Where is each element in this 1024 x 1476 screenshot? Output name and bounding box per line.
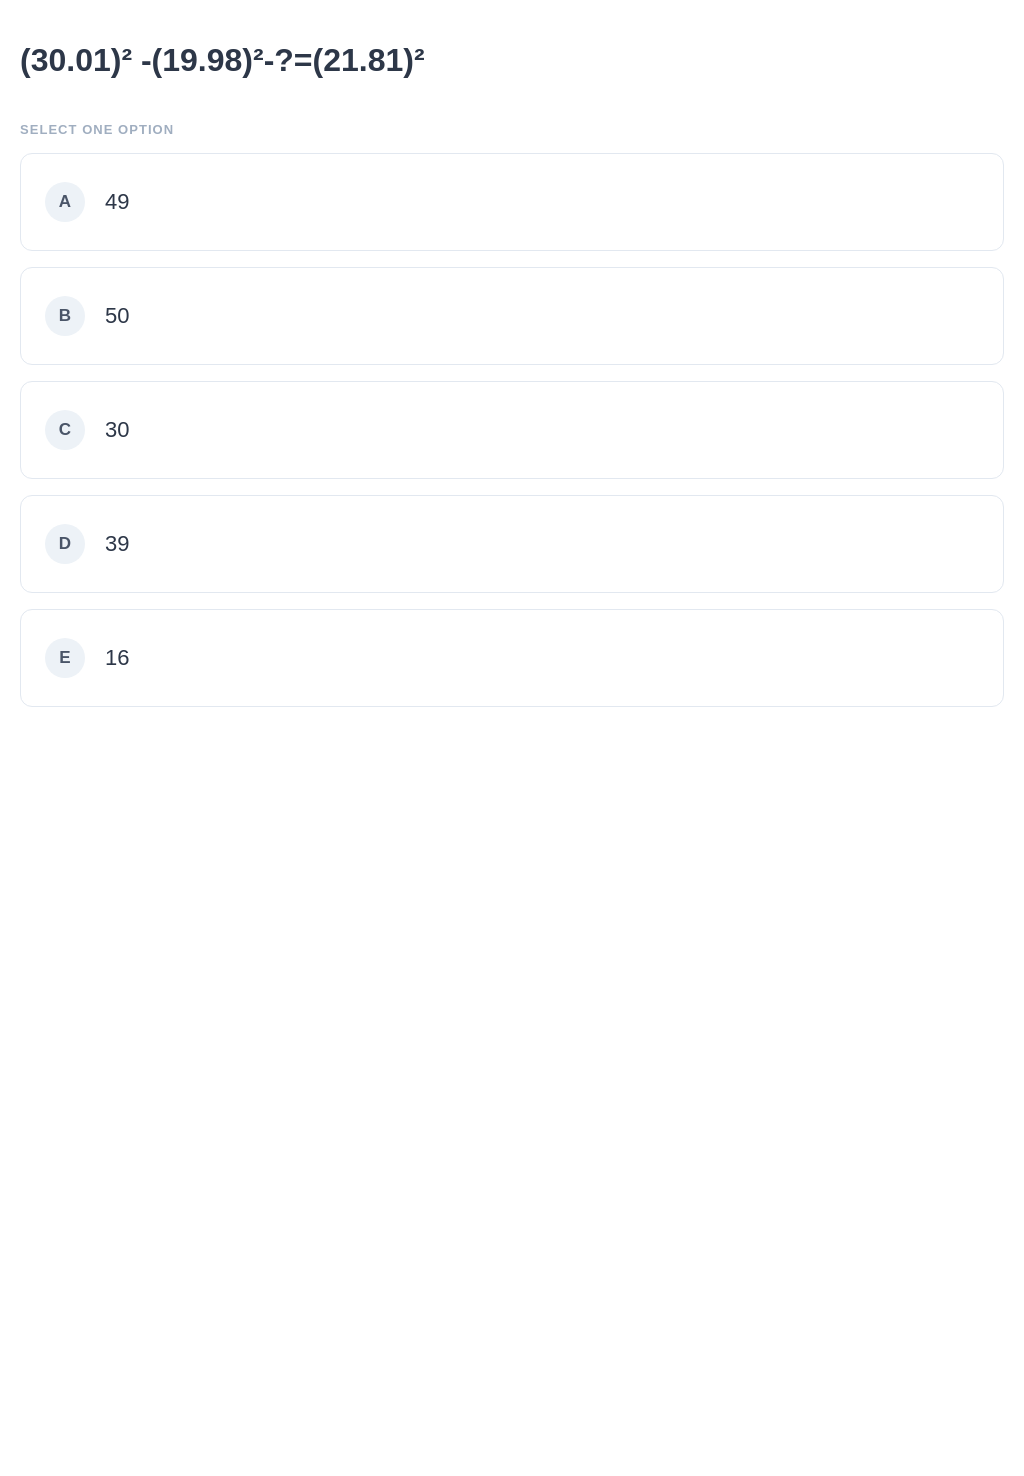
option-value-b: 50 [105,303,129,329]
option-badge-e: E [45,638,85,678]
select-label: SELECT ONE OPTION [20,122,1004,137]
option-badge-d: D [45,524,85,564]
option-value-a: 49 [105,189,129,215]
question-text: (30.01)² -(19.98)²-?=(21.81)² [20,40,1004,82]
option-badge-b: B [45,296,85,336]
option-card-e[interactable]: E 16 [20,609,1004,707]
option-card-c[interactable]: C 30 [20,381,1004,479]
option-badge-a: A [45,182,85,222]
option-badge-c: C [45,410,85,450]
option-value-e: 16 [105,645,129,671]
option-value-c: 30 [105,417,129,443]
option-value-d: 39 [105,531,129,557]
option-card-b[interactable]: B 50 [20,267,1004,365]
option-card-a[interactable]: A 49 [20,153,1004,251]
options-container: A 49 B 50 C 30 D 39 E 16 [20,153,1004,707]
option-card-d[interactable]: D 39 [20,495,1004,593]
